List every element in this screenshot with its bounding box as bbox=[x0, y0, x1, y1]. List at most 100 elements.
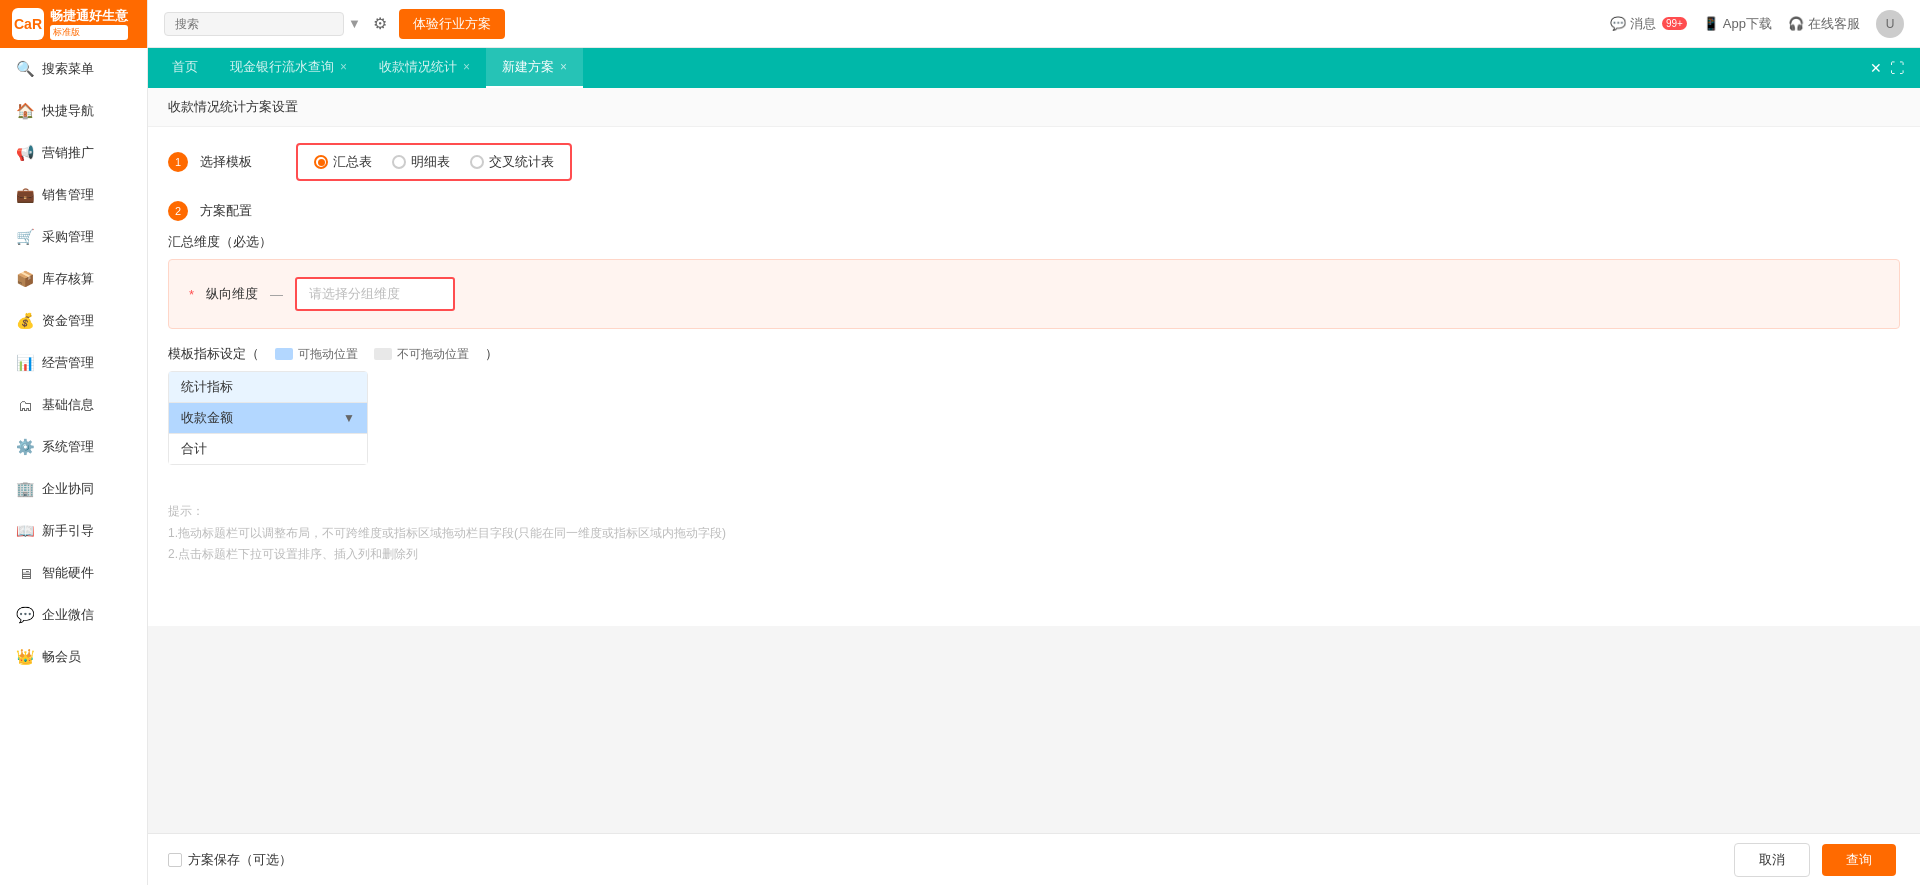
sidebar-label-14: 畅会员 bbox=[42, 648, 81, 666]
dimension-section: 汇总维度（必选） * 纵向维度 — 请选择分组维度 bbox=[168, 233, 1900, 329]
step2-badge: 2 bbox=[168, 201, 188, 221]
tab-1[interactable]: 现金银行流水查询 × bbox=[214, 48, 363, 88]
tab-2[interactable]: 收款情况统计 × bbox=[363, 48, 486, 88]
legend-draggable-dot bbox=[275, 348, 293, 360]
sidebar-item-6[interactable]: 💰资金管理 bbox=[0, 300, 147, 342]
sidebar-label-2: 营销推广 bbox=[42, 144, 94, 162]
legend-fixed-label: 不可拖动位置 bbox=[397, 346, 469, 363]
support-btn[interactable]: 🎧 在线客服 bbox=[1788, 15, 1860, 33]
sidebar-item-5[interactable]: 📦库存核算 bbox=[0, 258, 147, 300]
tab-label-2: 收款情况统计 bbox=[379, 58, 457, 76]
indicator-table-title: 统计指标 bbox=[169, 372, 367, 403]
tab-close-2[interactable]: × bbox=[463, 60, 470, 74]
tab-0[interactable]: 首页 bbox=[156, 48, 214, 88]
query-button[interactable]: 查询 bbox=[1822, 844, 1896, 876]
legend-fixed: 不可拖动位置 bbox=[374, 346, 469, 363]
close-all-icon[interactable]: ✕ bbox=[1870, 60, 1882, 76]
step1-row: 1 选择模板 汇总表 明细表 交叉统计表 bbox=[168, 143, 1900, 181]
dim-arrow: — bbox=[270, 287, 283, 302]
sidebar-icon-12: 🖥 bbox=[16, 565, 34, 582]
radio-cross[interactable]: 交叉统计表 bbox=[470, 153, 554, 171]
sidebar-item-1[interactable]: 🏠 快捷导航 bbox=[0, 90, 147, 132]
indicator-cell-dropdown-icon[interactable]: ▼ bbox=[343, 411, 355, 425]
sidebar-label-4: 采购管理 bbox=[42, 228, 94, 246]
radio-detail-label: 明细表 bbox=[411, 153, 450, 171]
step2-row: 2 方案配置 bbox=[168, 201, 1900, 221]
message-btn[interactable]: 💬 消息 99+ bbox=[1610, 15, 1687, 33]
sidebar-label-13: 企业微信 bbox=[42, 606, 94, 624]
sidebar-label-3: 销售管理 bbox=[42, 186, 94, 204]
sidebar-item-0[interactable]: 🔍搜索菜单 bbox=[0, 48, 147, 90]
radio-cross-label: 交叉统计表 bbox=[489, 153, 554, 171]
header-search: ▼ bbox=[164, 12, 361, 36]
tab-label-3: 新建方案 bbox=[502, 58, 554, 76]
step1-badge: 1 bbox=[168, 152, 188, 172]
sidebar-item-4[interactable]: 🛒 采购管理 bbox=[0, 216, 147, 258]
sidebar-item-8[interactable]: 🗂基础信息 bbox=[0, 384, 147, 426]
indicator-cell-amount[interactable]: 收款金额 ▼ bbox=[169, 403, 367, 434]
save-label: 方案保存（可选） bbox=[188, 851, 292, 869]
sidebar-logo: CaR 畅捷通好生意 标准版 bbox=[0, 0, 147, 48]
indicator-subtotal: 合计 bbox=[169, 434, 367, 464]
sidebar-item-9[interactable]: ⚙️系统管理 bbox=[0, 426, 147, 468]
cancel-button[interactable]: 取消 bbox=[1734, 843, 1810, 877]
page-wrapper: 收款情况统计方案设置 1 选择模板 汇总表 明细表 bbox=[148, 88, 1920, 626]
legend-draggable: 可拖动位置 bbox=[275, 346, 358, 363]
step1-label: 选择模板 bbox=[200, 153, 252, 171]
sidebar-icon-3: 💼 bbox=[16, 186, 34, 204]
sidebar-icon-6: 💰 bbox=[16, 312, 34, 330]
sidebar-icon-4: 🛒 bbox=[16, 228, 34, 246]
radio-detail[interactable]: 明细表 bbox=[392, 153, 450, 171]
sidebar-item-12[interactable]: 🖥智能硬件 bbox=[0, 552, 147, 594]
save-checkbox[interactable] bbox=[168, 853, 182, 867]
sidebar-item-7[interactable]: 📊经营管理 bbox=[0, 342, 147, 384]
sidebar-item-3[interactable]: 💼 销售管理 bbox=[0, 174, 147, 216]
tab-bar-right: ✕ ⛶ bbox=[1870, 48, 1912, 88]
tab-label-1: 现金银行流水查询 bbox=[230, 58, 334, 76]
gear-icon[interactable]: ⚙ bbox=[373, 14, 387, 33]
sidebar-icon-0: 🔍 bbox=[16, 60, 34, 78]
radio-summary[interactable]: 汇总表 bbox=[314, 153, 372, 171]
tab-3[interactable]: 新建方案 × bbox=[486, 48, 583, 88]
search-input[interactable] bbox=[164, 12, 344, 36]
indicator-cell-amount-label: 收款金额 bbox=[181, 409, 233, 427]
dim-required: * bbox=[189, 287, 194, 302]
sidebar-icon-1: 🏠 bbox=[16, 102, 34, 120]
sidebar-icon-2: 📢 bbox=[16, 144, 34, 162]
sidebar-icon-7: 📊 bbox=[16, 354, 34, 372]
sidebar-item-10[interactable]: 🏢企业协同 bbox=[0, 468, 147, 510]
download-btn[interactable]: 📱 App下载 bbox=[1703, 15, 1772, 33]
sidebar: CaR 畅捷通好生意 标准版 🔍搜索菜单 🏠 快捷导航 📢 营销推广 💼 销售管理 🛒 采购管理… bbox=[0, 0, 148, 885]
indicator-header: 模板指标设定（ 可拖动位置 不可拖动位置 ） bbox=[168, 345, 1900, 363]
radio-detail-dot bbox=[392, 155, 406, 169]
logo-name: 畅捷通好生意 bbox=[50, 8, 128, 24]
expand-icon[interactable]: ⛶ bbox=[1890, 60, 1904, 76]
tips-section: 提示： 1.拖动标题栏可以调整布局，不可跨维度或指标区域拖动栏目字段(只能在同一… bbox=[148, 501, 1920, 566]
sidebar-item-13[interactable]: 💬 企业微信 bbox=[0, 594, 147, 636]
sidebar-icon-13: 💬 bbox=[16, 606, 34, 624]
radio-cross-dot bbox=[470, 155, 484, 169]
dimension-section-label: 汇总维度（必选） bbox=[168, 233, 1900, 251]
tab-close-3[interactable]: × bbox=[560, 60, 567, 74]
sidebar-label-1: 快捷导航 bbox=[42, 102, 94, 120]
sidebar-item-11[interactable]: 📖新手引导 bbox=[0, 510, 147, 552]
step1-section: 1 选择模板 汇总表 明细表 交叉统计表 bbox=[148, 127, 1920, 201]
sidebar-label-11: 新手引导 bbox=[42, 522, 94, 540]
download-icon: 📱 bbox=[1703, 16, 1719, 31]
sidebar-item-2[interactable]: 📢 营销推广 bbox=[0, 132, 147, 174]
tab-bar: 首页现金银行流水查询 × 收款情况统计 × 新建方案 × ✕ ⛶ bbox=[148, 48, 1920, 88]
tip-1: 2.点击标题栏下拉可设置排序、插入列和删除列 bbox=[168, 544, 1900, 566]
dropdown-icon[interactable]: ▼ bbox=[348, 16, 361, 31]
footer-bar: 方案保存（可选） 取消 查询 bbox=[148, 833, 1920, 885]
sidebar-icon-14: 👑 bbox=[16, 648, 34, 666]
industry-btn[interactable]: 体验行业方案 bbox=[399, 9, 505, 39]
sidebar-label-8: 基础信息 bbox=[42, 396, 94, 414]
dimension-select[interactable]: 请选择分组维度 bbox=[295, 277, 455, 311]
indicator-title: 模板指标设定（ bbox=[168, 345, 259, 363]
user-info: U bbox=[1876, 10, 1904, 38]
sidebar-item-14[interactable]: 👑 畅会员 bbox=[0, 636, 147, 678]
indicator-section: 模板指标设定（ 可拖动位置 不可拖动位置 ） bbox=[168, 345, 1900, 465]
dim-row: * 纵向维度 — 请选择分组维度 bbox=[189, 277, 455, 311]
tab-close-1[interactable]: × bbox=[340, 60, 347, 74]
page-title: 收款情况统计方案设置 bbox=[148, 88, 1920, 127]
